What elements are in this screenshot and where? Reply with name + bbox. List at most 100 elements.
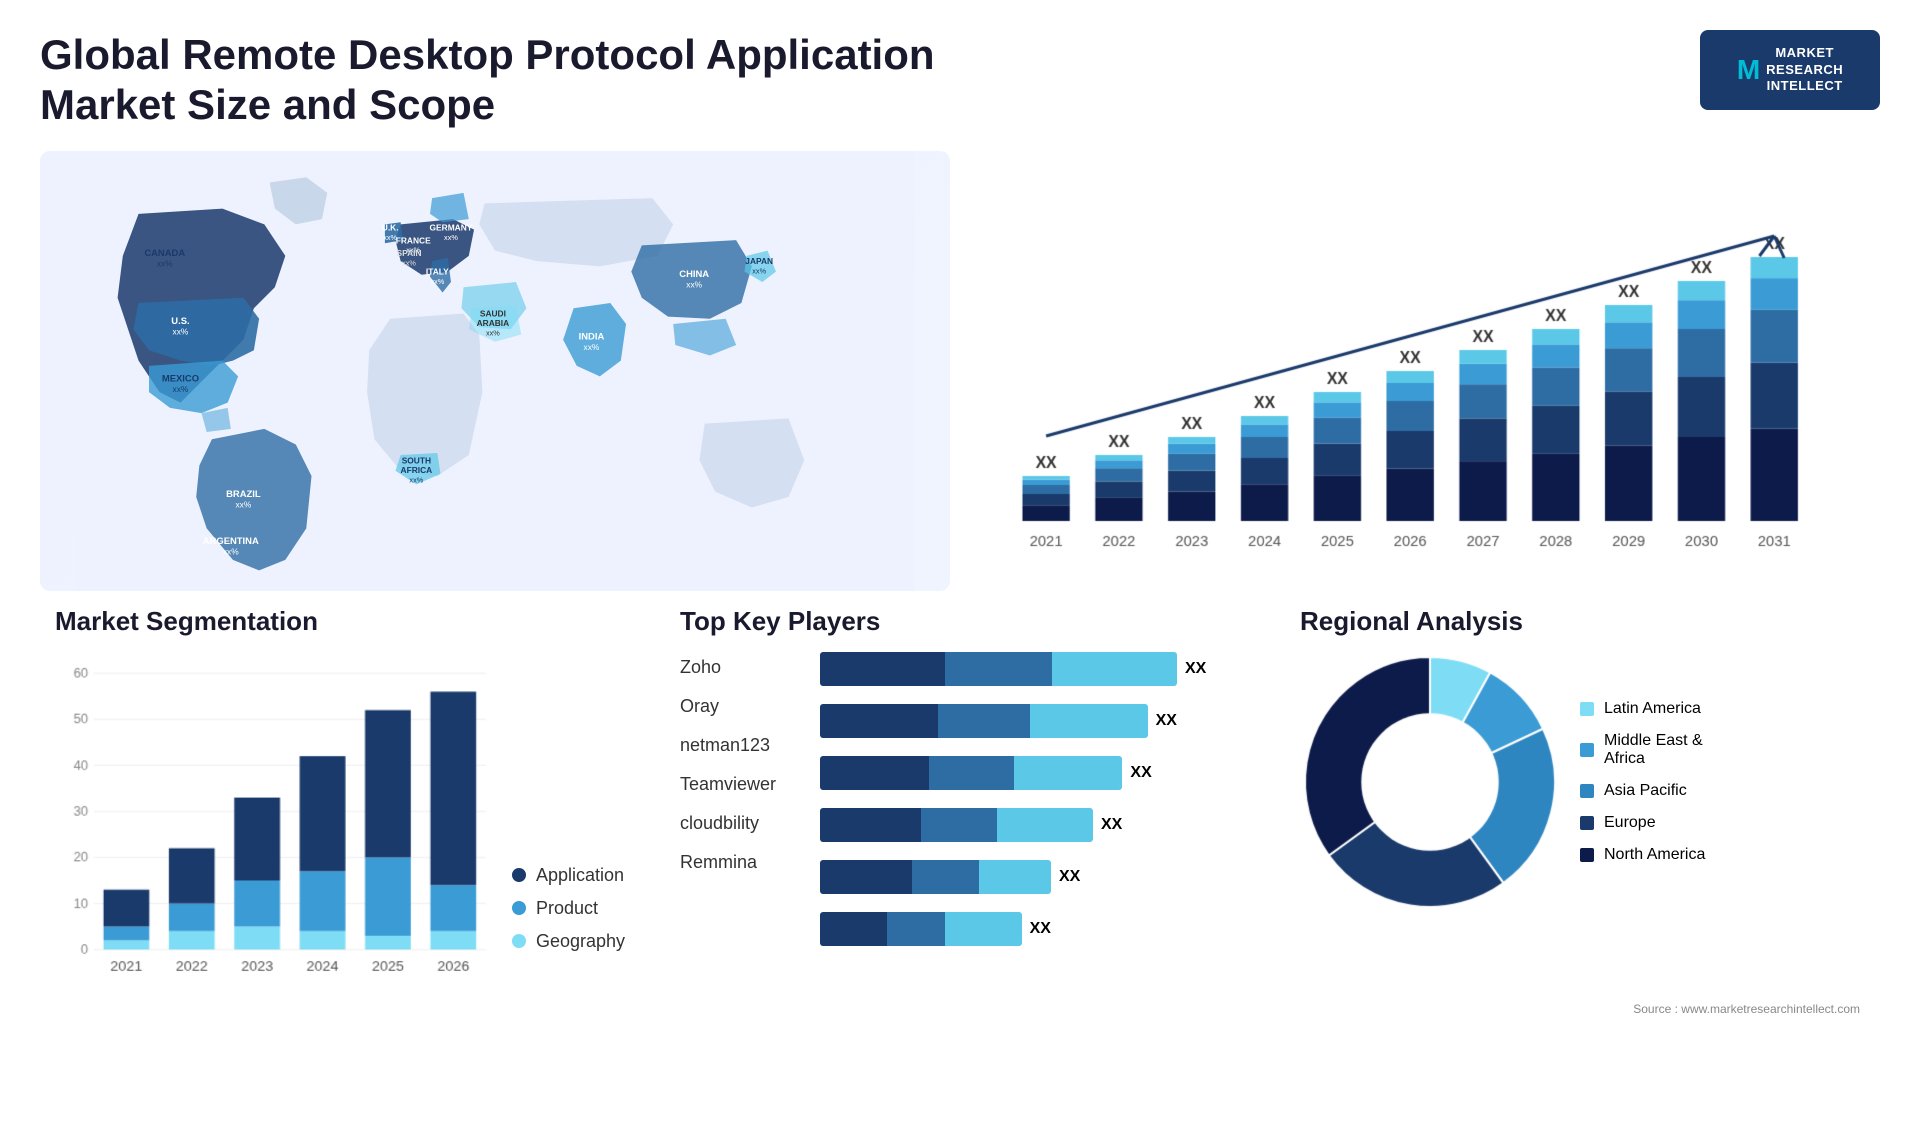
page: Global Remote Desktop Protocol Applicati… xyxy=(0,0,1920,1146)
logo-text-block: MARKET RESEARCH INTELLECT xyxy=(1766,45,1843,96)
legend-label-apac: Asia Pacific xyxy=(1604,782,1687,800)
svg-text:MEXICO: MEXICO xyxy=(162,372,199,383)
seg-legend: Application Product Geography xyxy=(512,865,625,992)
map-section: CANADA xx% U.S. xx% MEXICO xx% BRAZIL xx… xyxy=(40,151,950,591)
legend-label-europe: Europe xyxy=(1604,814,1656,832)
svg-text:INDIA: INDIA xyxy=(579,330,605,341)
legend-label-na: North America xyxy=(1604,846,1705,864)
svg-text:xx%: xx% xyxy=(444,233,458,242)
svg-text:AFRICA: AFRICA xyxy=(401,465,433,475)
player-bar-row-zoho: XX xyxy=(820,652,1240,686)
donut-chart xyxy=(1300,652,1560,912)
player-remmina: Remmina xyxy=(680,852,800,873)
legend-color-europe xyxy=(1580,816,1594,830)
legend-label-application: Application xyxy=(536,865,624,886)
player-bar-cloudbility xyxy=(820,860,1051,894)
svg-text:xx%: xx% xyxy=(752,266,766,275)
svg-text:xx%: xx% xyxy=(584,342,600,352)
svg-text:ITALY: ITALY xyxy=(426,266,449,276)
segmentation-title: Market Segmentation xyxy=(55,606,625,637)
player-value-netman: XX xyxy=(1130,764,1151,782)
regional-legend: Latin America Middle East & Africa Asia … xyxy=(1580,700,1734,864)
legend-product: Product xyxy=(512,898,625,919)
legend-label-product: Product xyxy=(536,898,598,919)
player-cloudbility: cloudbility xyxy=(680,813,800,834)
svg-text:U.K.: U.K. xyxy=(382,222,399,232)
legend-geography: Geography xyxy=(512,931,625,952)
legend-north-america: North America xyxy=(1580,846,1734,864)
page-title: Global Remote Desktop Protocol Applicati… xyxy=(40,30,940,131)
legend-dot-product xyxy=(512,901,526,915)
logo-line1: MARKET xyxy=(1766,45,1843,62)
svg-text:xx%: xx% xyxy=(409,475,423,484)
players-bars: XX XX xyxy=(820,652,1240,946)
bar-chart-section xyxy=(970,151,1880,591)
legend-dot-geography xyxy=(512,934,526,948)
legend-application: Application xyxy=(512,865,625,886)
player-value-cloudbility: XX xyxy=(1059,868,1080,886)
player-zoho: Zoho xyxy=(680,657,800,678)
legend-color-na xyxy=(1580,848,1594,862)
player-bar-remmina xyxy=(820,912,1022,946)
player-netman: netman123 xyxy=(680,735,800,756)
player-bar-row-teamviewer: XX xyxy=(820,808,1240,842)
svg-text:ARGENTINA: ARGENTINA xyxy=(203,535,259,546)
svg-text:ARABIA: ARABIA xyxy=(477,318,510,328)
player-value-remmina: XX xyxy=(1030,920,1051,938)
svg-text:SPAIN: SPAIN xyxy=(397,248,422,258)
legend-dot-application xyxy=(512,868,526,882)
header: Global Remote Desktop Protocol Applicati… xyxy=(40,30,1880,131)
player-value-teamviewer: XX xyxy=(1101,816,1122,834)
segmentation-section: Market Segmentation Application Product xyxy=(40,596,640,1026)
svg-text:FRANCE: FRANCE xyxy=(396,235,431,245)
svg-text:xx%: xx% xyxy=(223,546,239,556)
player-bar-oray xyxy=(820,704,1148,738)
player-value-zoho: XX xyxy=(1185,660,1206,678)
legend-color-latin xyxy=(1580,702,1594,716)
svg-text:CANADA: CANADA xyxy=(144,247,185,258)
legend-latin-america: Latin America xyxy=(1580,700,1734,718)
svg-text:xx%: xx% xyxy=(430,277,444,286)
svg-text:GERMANY: GERMANY xyxy=(430,222,473,232)
svg-text:xx%: xx% xyxy=(402,258,416,267)
svg-text:xx%: xx% xyxy=(486,328,500,337)
regional-title: Regional Analysis xyxy=(1300,606,1860,637)
legend-label-latin: Latin America xyxy=(1604,700,1701,718)
logo-letter: M xyxy=(1737,54,1760,86)
regional-section: Regional Analysis Latin America Middle E… xyxy=(1280,596,1880,1026)
logo-area: M MARKET RESEARCH INTELLECT xyxy=(1700,30,1880,110)
player-bar-zoho xyxy=(820,652,1177,686)
legend-color-mea xyxy=(1580,743,1594,757)
legend-label-mea: Middle East & Africa xyxy=(1604,732,1734,768)
svg-text:xx%: xx% xyxy=(173,326,189,336)
player-teamviewer: Teamviewer xyxy=(680,774,800,795)
svg-text:U.S.: U.S. xyxy=(171,315,189,326)
svg-text:xx%: xx% xyxy=(235,499,251,509)
player-oray: Oray xyxy=(680,696,800,717)
svg-text:xx%: xx% xyxy=(157,258,173,268)
player-bar-row-cloudbility: XX xyxy=(820,860,1240,894)
svg-text:BRAZIL: BRAZIL xyxy=(226,488,261,499)
logo-box: M MARKET RESEARCH INTELLECT xyxy=(1700,30,1880,110)
legend-europe: Europe xyxy=(1580,814,1734,832)
svg-text:CHINA: CHINA xyxy=(679,268,709,279)
svg-text:JAPAN: JAPAN xyxy=(745,256,773,266)
legend-color-apac xyxy=(1580,784,1594,798)
player-bar-row-netman: XX xyxy=(820,756,1240,790)
legend-middle-east: Middle East & Africa xyxy=(1580,732,1734,768)
players-section: Top Key Players Zoho Oray netman123 Team… xyxy=(660,596,1260,1026)
svg-text:xx%: xx% xyxy=(173,384,189,394)
world-map-svg: CANADA xx% U.S. xx% MEXICO xx% BRAZIL xx… xyxy=(40,151,950,591)
legend-asia-pacific: Asia Pacific xyxy=(1580,782,1734,800)
legend-label-geography: Geography xyxy=(536,931,625,952)
player-value-oray: XX xyxy=(1156,712,1177,730)
player-bar-row-oray: XX xyxy=(820,704,1240,738)
logo-line2: RESEARCH xyxy=(1766,62,1843,79)
source-text: Source : www.marketresearchintellect.com xyxy=(1633,1002,1860,1016)
logo-line3: INTELLECT xyxy=(1766,78,1843,95)
player-bar-row-remmina: XX xyxy=(820,912,1240,946)
player-bar-teamviewer xyxy=(820,808,1093,842)
players-names: Zoho Oray netman123 Teamviewer cloudbili… xyxy=(680,652,800,946)
svg-text:xx%: xx% xyxy=(686,279,702,289)
players-title: Top Key Players xyxy=(680,606,1240,637)
